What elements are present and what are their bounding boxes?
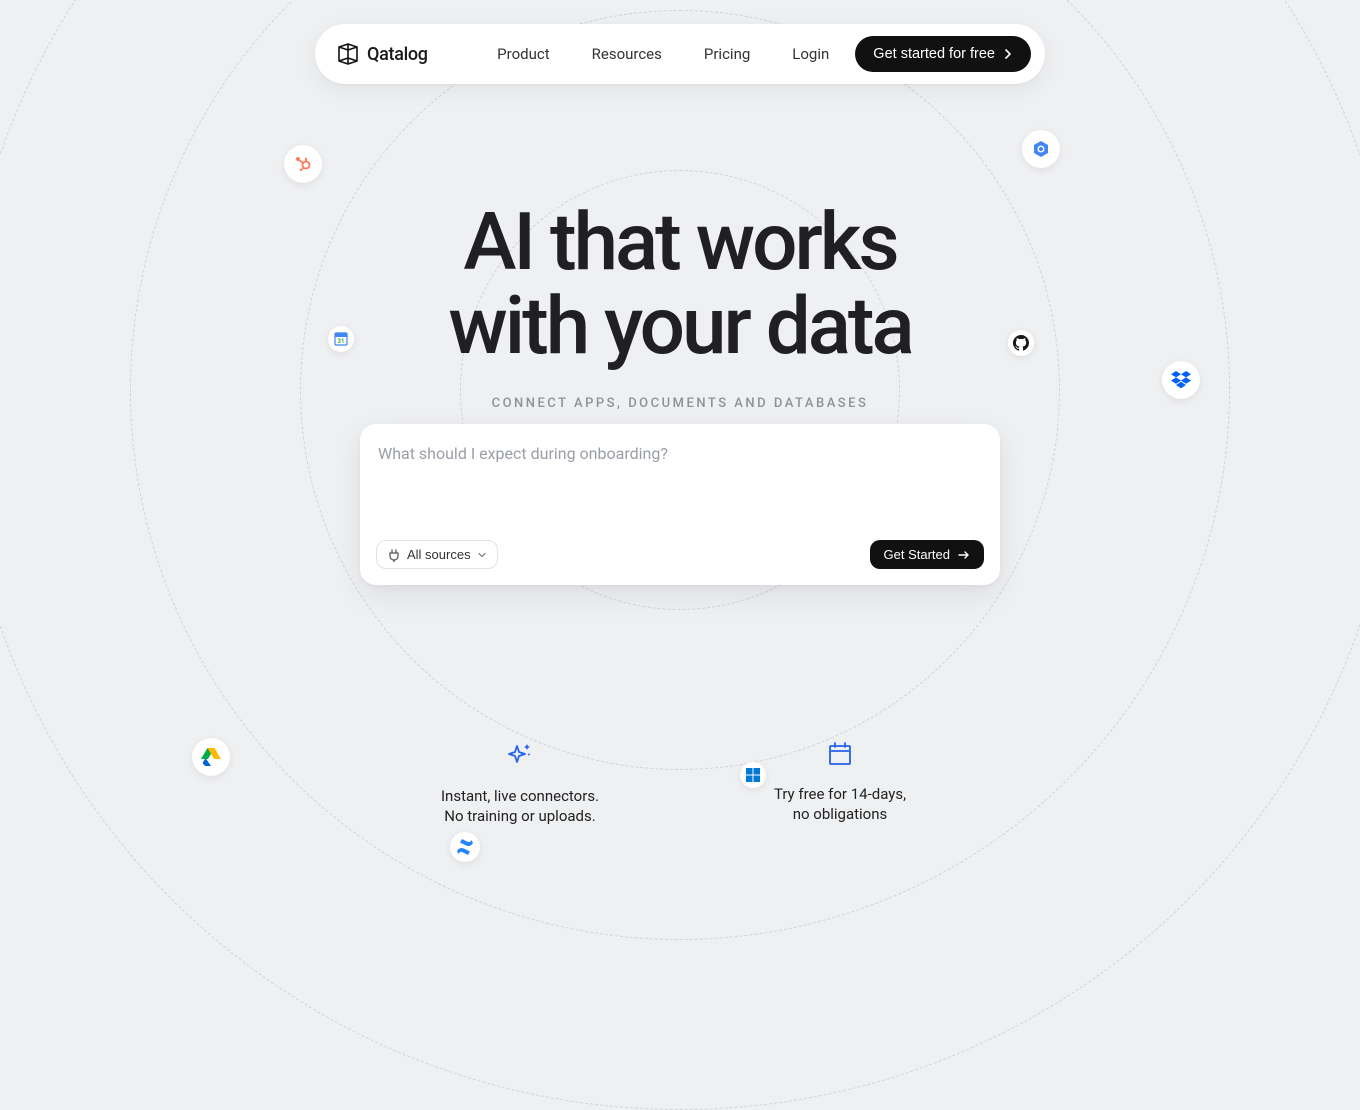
nav-link-pricing[interactable]: Pricing (704, 45, 750, 63)
logo-icon (335, 41, 361, 67)
feature-text: Try free for 14-days, no obligations (740, 784, 940, 825)
google-drive-icon (192, 738, 230, 776)
feature-text: Instant, live connectors. No training or… (420, 786, 620, 827)
chevron-right-icon (1003, 49, 1013, 59)
cta-label: Get started for free (873, 46, 995, 62)
prompt-card: All sources Get Started (360, 424, 1000, 585)
sources-label: All sources (407, 547, 471, 562)
hero: AI that works with your data CONNECT APP… (0, 200, 1360, 411)
plug-icon (387, 548, 401, 562)
nav-link-resources[interactable]: Resources (592, 45, 662, 63)
nav-link-login[interactable]: Login (792, 45, 829, 63)
prompt-input[interactable] (376, 440, 984, 530)
calendar-icon (740, 740, 940, 768)
microsoft-icon (740, 762, 766, 788)
feature-connectors: Instant, live connectors. No training or… (420, 740, 620, 827)
nav-link-product[interactable]: Product (497, 45, 549, 63)
hero-subtitle: CONNECT APPS, DOCUMENTS AND DATABASES (0, 396, 1360, 411)
submit-label: Get Started (884, 547, 950, 562)
feature-trial: Try free for 14-days, no obligations (740, 740, 940, 827)
get-started-button[interactable]: Get Started (870, 540, 984, 569)
dropbox-icon (1162, 361, 1200, 399)
sparkle-icon (420, 740, 620, 770)
bigquery-icon (1022, 130, 1060, 168)
brand-name: Qatalog (367, 44, 428, 65)
hero-title: AI that works with your data (0, 200, 1360, 368)
navbar: Qatalog Product Resources Pricing Login … (315, 24, 1045, 84)
arrow-right-icon (958, 550, 970, 560)
svg-text:31: 31 (338, 338, 345, 345)
features: Instant, live connectors. No training or… (420, 740, 940, 827)
github-icon (1008, 330, 1034, 356)
logo[interactable]: Qatalog (335, 41, 428, 67)
chevron-down-icon (477, 550, 487, 560)
confluence-icon (450, 832, 480, 862)
google-calendar-icon: 31 (328, 326, 354, 352)
hubspot-icon (284, 145, 322, 183)
get-started-free-button[interactable]: Get started for free (855, 36, 1031, 72)
sources-dropdown[interactable]: All sources (376, 540, 498, 569)
